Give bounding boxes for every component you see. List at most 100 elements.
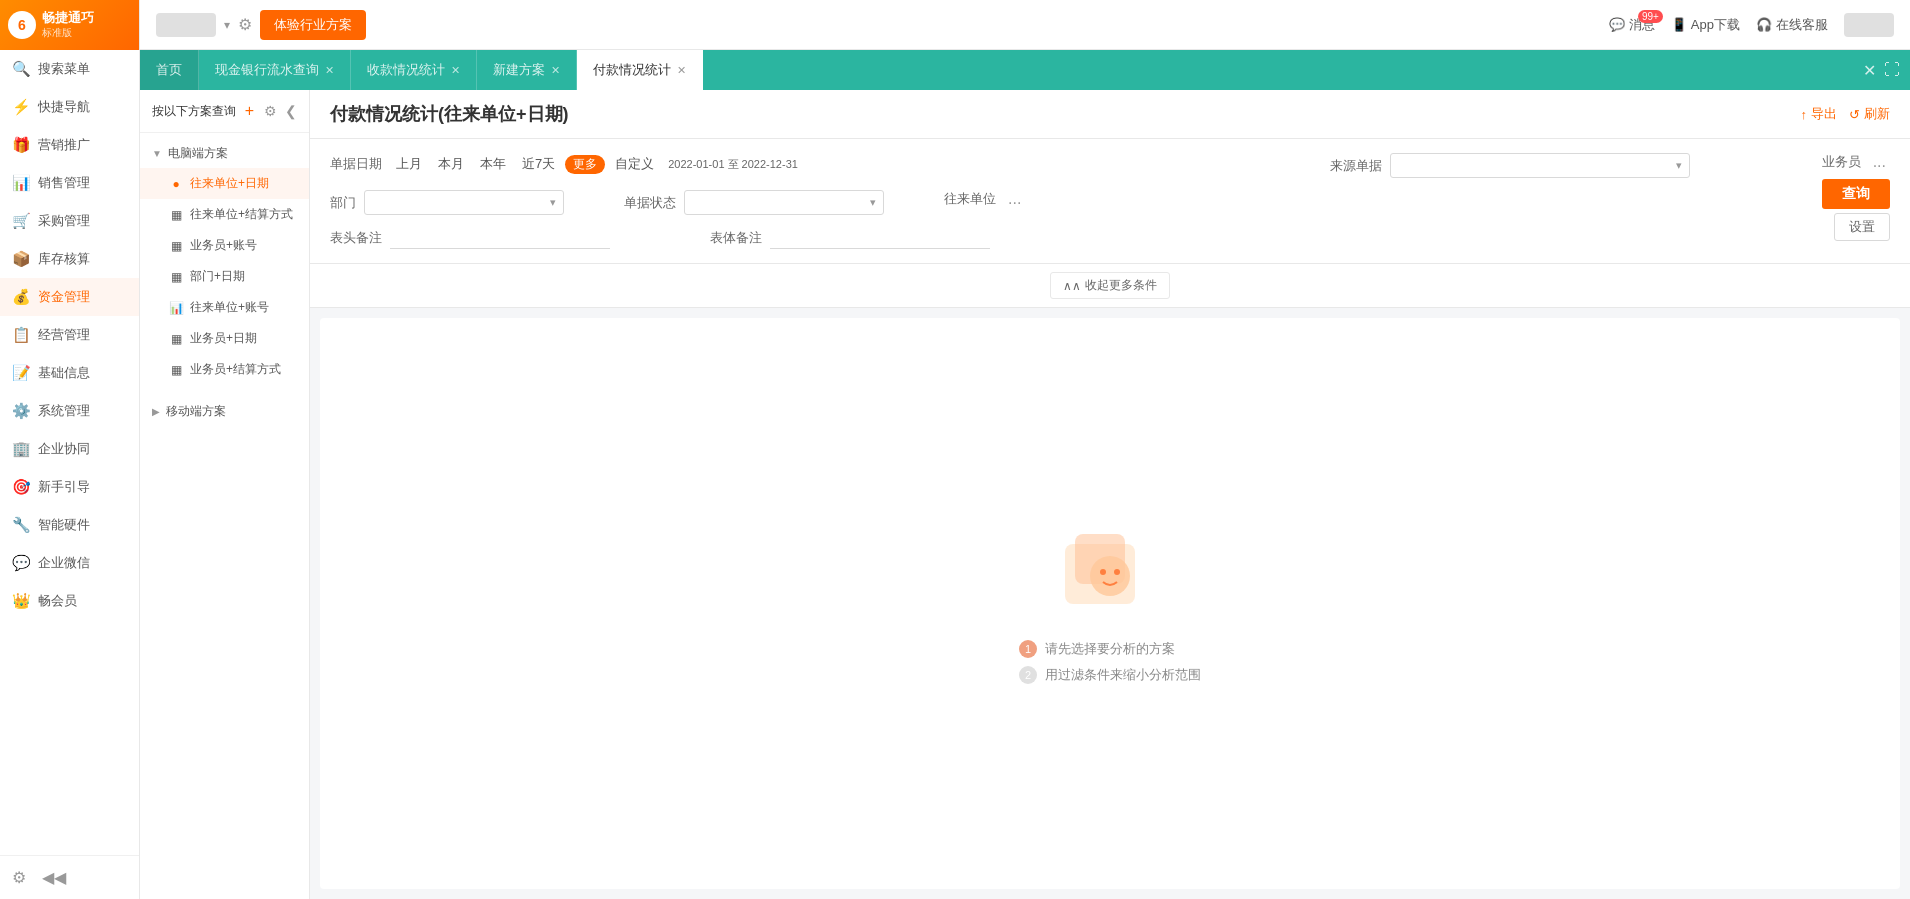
tabbar-actions: ✕ ⛶: [1853, 50, 1910, 90]
empty-tips: 1 请先选择要分析的方案 2 用过滤条件来缩小分析范围: [1019, 640, 1201, 684]
sidebar-item-member[interactable]: 👑 畅会员: [0, 582, 139, 620]
sidebar-item-sales[interactable]: 📊 销售管理: [0, 164, 139, 202]
sidebar-item-purchase[interactable]: 🛒 采购管理: [0, 202, 139, 240]
scheme-settings-icon[interactable]: ⚙: [264, 103, 277, 119]
tab-bank-close[interactable]: ✕: [325, 64, 334, 77]
tab-payment-close[interactable]: ✕: [677, 64, 686, 77]
app-download-btn[interactable]: 📱 App下载: [1671, 16, 1740, 34]
scheme-group-desktop: ▼ 电脑端方案 ● 往来单位+日期 ▦ 往来单位+结算方式 ▦ 业务员+账号 ▦: [140, 133, 309, 391]
sidebar-item-basic[interactable]: 📝 基础信息: [0, 354, 139, 392]
scheme-item-salesman-account[interactable]: ▦ 业务员+账号: [140, 230, 309, 261]
tabbar: 首页 现金银行流水查询 ✕ 收款情况统计 ✕ 新建方案 ✕ 付款情况统计 ✕ ✕…: [140, 50, 1910, 90]
date-btn-7days[interactable]: 近7天: [516, 153, 561, 175]
sidebar-item-finance[interactable]: 💰 资金管理: [0, 278, 139, 316]
sidebar: 6 畅捷通巧 标准版 🔍 搜索菜单 ⚡ 快捷导航 🎁 营销推广 📊 销售管理 🛒…: [0, 0, 140, 899]
unit-dots[interactable]: ...: [1004, 190, 1025, 208]
tab-close-all-btn[interactable]: ✕: [1863, 61, 1876, 80]
sidebar-item-operation[interactable]: 📋 经营管理: [0, 316, 139, 354]
tab-bank[interactable]: 现金银行流水查询 ✕: [199, 50, 351, 90]
scheme-table-icon4: ▦: [168, 331, 184, 347]
date-btn-more[interactable]: 更多: [565, 155, 605, 174]
scheme-item-unit-account[interactable]: 📊 往来单位+账号: [140, 292, 309, 323]
trial-btn[interactable]: 体验行业方案: [260, 10, 366, 40]
source-select[interactable]: [1390, 153, 1690, 178]
export-icon: ↑: [1801, 107, 1808, 122]
body-note-input[interactable]: [770, 227, 990, 249]
user-profile-avatar[interactable]: [1844, 13, 1894, 37]
scheme-group-desktop-header[interactable]: ▼ 电脑端方案: [140, 139, 309, 168]
scheme-item-dept-date[interactable]: ▦ 部门+日期: [140, 261, 309, 292]
tab-receipt[interactable]: 收款情况统计 ✕: [351, 50, 477, 90]
dept-select-wrap: [364, 190, 564, 215]
topbar-right: 💬 消息 99+ 📱 App下载 🎧 在线客服: [1609, 13, 1894, 37]
tab-receipt-close[interactable]: ✕: [451, 64, 460, 77]
svg-point-4: [1114, 569, 1120, 575]
tab-expand-btn[interactable]: ⛶: [1884, 61, 1900, 79]
left-panel: 按以下方案查询 + ⚙ ❮ ▼ 电脑端方案 ● 往来单位+日期 ▦: [140, 90, 310, 899]
collapse-icon: ∧∧: [1063, 279, 1081, 293]
filter-settings-btn[interactable]: 设置: [1834, 213, 1890, 241]
dropdown-icon[interactable]: ▾: [224, 18, 230, 32]
date-btn-custom[interactable]: 自定义: [609, 153, 660, 175]
sidebar-item-system[interactable]: ⚙️ 系统管理: [0, 392, 139, 430]
docstatus-select[interactable]: [684, 190, 884, 215]
sidebar-item-guide[interactable]: 🎯 新手引导: [0, 468, 139, 506]
user-avatar: [156, 13, 216, 37]
service-btn[interactable]: 🎧 在线客服: [1756, 16, 1828, 34]
tab-new-close[interactable]: ✕: [551, 64, 560, 77]
app-icon: 📱: [1671, 17, 1687, 32]
topbar-settings-icon[interactable]: ⚙: [238, 15, 252, 34]
empty-tip-2: 2 用过滤条件来缩小分析范围: [1019, 666, 1201, 684]
collapse-btn[interactable]: ∧∧ 收起更多条件: [1050, 272, 1170, 299]
logo-icon: 6: [8, 11, 36, 39]
scheme-item-unit-date[interactable]: ● 往来单位+日期: [140, 168, 309, 199]
sidebar-settings-btn[interactable]: ⚙: [8, 864, 30, 891]
scheme-group-mobile-header[interactable]: ▶ 移动端方案: [140, 397, 309, 426]
date-range: 2022-01-01 至 2022-12-31: [668, 157, 798, 172]
tab-payment[interactable]: 付款情况统计 ✕: [577, 50, 703, 90]
filter-salesman-item: 业务员 ... 查询 设置: [1822, 153, 1890, 241]
refresh-icon: ↺: [1849, 107, 1860, 122]
sidebar-collapse-btn[interactable]: ◀◀: [38, 864, 70, 891]
mobile-group-arrow: ▶: [152, 406, 160, 417]
export-btn[interactable]: ↑ 导出: [1801, 105, 1838, 123]
dept-select[interactable]: [364, 190, 564, 215]
refresh-btn[interactable]: ↺ 刷新: [1849, 105, 1890, 123]
tab-new[interactable]: 新建方案 ✕: [477, 50, 577, 90]
filter-dept-item: 部门: [330, 190, 564, 215]
tab-home[interactable]: 首页: [140, 50, 199, 90]
sidebar-item-quick[interactable]: ⚡ 快捷导航: [0, 88, 139, 126]
sidebar-item-company[interactable]: 🏢 企业协同: [0, 430, 139, 468]
scheme-item-salesman-settlement[interactable]: ▦ 业务员+结算方式: [140, 354, 309, 385]
sidebar-nav: 🔍 搜索菜单 ⚡ 快捷导航 🎁 营销推广 📊 销售管理 🛒 采购管理 📦 库存核…: [0, 50, 139, 855]
filter-unit-item: 往来单位 ...: [944, 190, 1025, 208]
filter-area: 单据日期 上月 本月 本年 近7天 更多 自定义 2022-01-01 至 20…: [310, 139, 1910, 264]
sidebar-item-marketing[interactable]: 🎁 营销推广: [0, 126, 139, 164]
scheme-item-unit-settlement[interactable]: ▦ 往来单位+结算方式: [140, 199, 309, 230]
salesman-dots[interactable]: ...: [1869, 153, 1890, 171]
quick-icon: ⚡: [12, 98, 30, 116]
empty-tip-1: 1 请先选择要分析的方案: [1019, 640, 1201, 658]
date-btn-this-year[interactable]: 本年: [474, 153, 512, 175]
empty-state: 1 请先选择要分析的方案 2 用过滤条件来缩小分析范围: [320, 318, 1900, 889]
left-panel-icons: + ⚙ ❮: [243, 100, 297, 122]
query-btn[interactable]: 查询: [1822, 179, 1890, 209]
date-btn-last-month[interactable]: 上月: [390, 153, 428, 175]
right-content: 付款情况统计(往来单位+日期) ↑ 导出 ↺ 刷新: [310, 90, 1910, 899]
sidebar-item-inventory[interactable]: 📦 库存核算: [0, 240, 139, 278]
add-scheme-btn[interactable]: +: [243, 100, 256, 122]
header-note-input[interactable]: [390, 227, 610, 249]
topbar: ▾ ⚙ 体验行业方案 💬 消息 99+ 📱 App下载 🎧 在线客服: [140, 0, 1910, 50]
panel-collapse-icon[interactable]: ❮: [285, 103, 297, 119]
scheme-table-icon: ▦: [168, 207, 184, 223]
date-btn-this-month[interactable]: 本月: [432, 153, 470, 175]
message-btn[interactable]: 💬 消息 99+: [1609, 16, 1655, 34]
sidebar-item-search[interactable]: 🔍 搜索菜单: [0, 50, 139, 88]
sidebar-item-weixin[interactable]: 💬 企业微信: [0, 544, 139, 582]
scheme-item-salesman-date[interactable]: ▦ 业务员+日期: [140, 323, 309, 354]
scheme-table-icon3: ▦: [168, 269, 184, 285]
system-icon: ⚙️: [12, 402, 30, 420]
scheme-chart-icon: 📊: [168, 300, 184, 316]
sidebar-item-hardware[interactable]: 🔧 智能硬件: [0, 506, 139, 544]
empty-svg: [1050, 524, 1170, 624]
